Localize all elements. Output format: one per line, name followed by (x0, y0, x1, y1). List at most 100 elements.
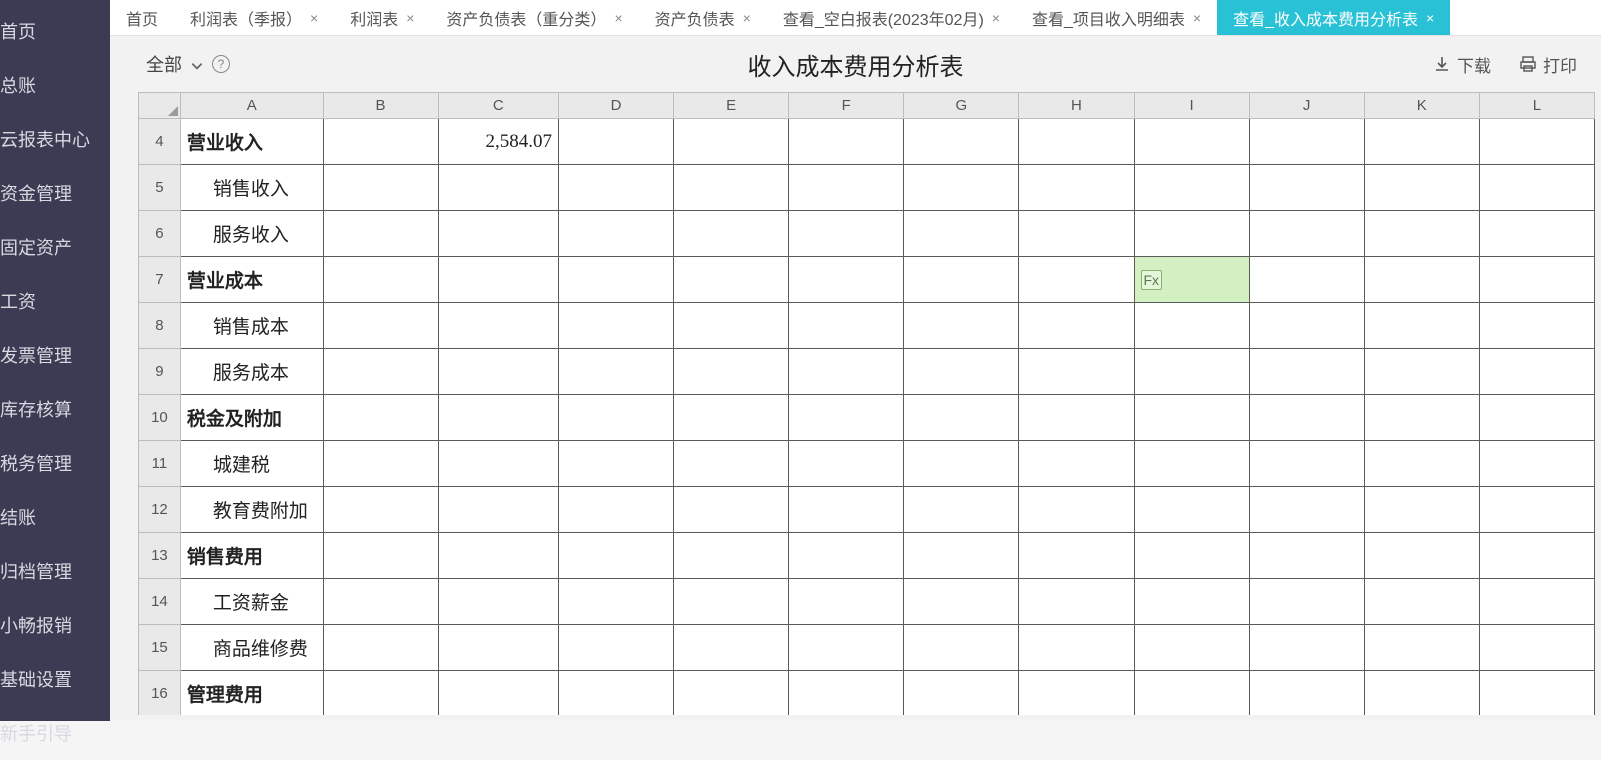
close-icon[interactable]: × (406, 10, 414, 26)
column-header-I[interactable]: I (1134, 93, 1249, 119)
cell-J12[interactable] (1249, 487, 1364, 533)
sidebar-item-9[interactable]: 结账 (0, 490, 110, 544)
column-header-H[interactable]: H (1019, 93, 1134, 119)
cell-F12[interactable] (789, 487, 904, 533)
cell-J7[interactable] (1249, 257, 1364, 303)
cell-H15[interactable] (1019, 625, 1134, 671)
cell-H16[interactable] (1019, 671, 1134, 716)
cell-C13[interactable] (438, 533, 558, 579)
tab-1[interactable]: 利润表（季报）× (174, 0, 334, 35)
cell-E9[interactable] (674, 349, 789, 395)
cell-F7[interactable] (789, 257, 904, 303)
cell-L7[interactable] (1479, 257, 1594, 303)
cell-I7[interactable]: Fx (1134, 257, 1249, 303)
row-header-5[interactable]: 5 (139, 165, 181, 211)
cell-A15[interactable]: 商品维修费 (180, 625, 323, 671)
cell-A4[interactable]: 营业收入 (180, 119, 323, 165)
cell-K11[interactable] (1364, 441, 1479, 487)
cell-C10[interactable] (438, 395, 558, 441)
cell-C4[interactable]: 2,584.07 (438, 119, 558, 165)
close-icon[interactable]: × (992, 10, 1000, 26)
row-header-10[interactable]: 10 (139, 395, 181, 441)
cell-K4[interactable] (1364, 119, 1479, 165)
cell-D12[interactable] (559, 487, 674, 533)
cell-A6[interactable]: 服务收入 (180, 211, 323, 257)
cell-F14[interactable] (789, 579, 904, 625)
cell-I9[interactable] (1134, 349, 1249, 395)
cell-G8[interactable] (904, 303, 1019, 349)
cell-I13[interactable] (1134, 533, 1249, 579)
cell-D4[interactable] (559, 119, 674, 165)
cell-C16[interactable] (438, 671, 558, 716)
sidebar-item-3[interactable]: 资金管理 (0, 166, 110, 220)
cell-F15[interactable] (789, 625, 904, 671)
cell-A11[interactable]: 城建税 (180, 441, 323, 487)
column-header-L[interactable]: L (1479, 93, 1594, 119)
row-header-4[interactable]: 4 (139, 119, 181, 165)
cell-H5[interactable] (1019, 165, 1134, 211)
cell-G15[interactable] (904, 625, 1019, 671)
cell-B13[interactable] (323, 533, 438, 579)
cell-G11[interactable] (904, 441, 1019, 487)
row-header-8[interactable]: 8 (139, 303, 181, 349)
cell-K8[interactable] (1364, 303, 1479, 349)
column-header-G[interactable]: G (904, 93, 1019, 119)
cell-C9[interactable] (438, 349, 558, 395)
cell-A12[interactable]: 教育费附加 (180, 487, 323, 533)
cell-H13[interactable] (1019, 533, 1134, 579)
row-header-11[interactable]: 11 (139, 441, 181, 487)
sidebar-item-5[interactable]: 工资 (0, 274, 110, 328)
cell-L15[interactable] (1479, 625, 1594, 671)
sidebar-item-8[interactable]: 税务管理 (0, 436, 110, 490)
row-header-9[interactable]: 9 (139, 349, 181, 395)
cell-K15[interactable] (1364, 625, 1479, 671)
cell-E15[interactable] (674, 625, 789, 671)
print-button[interactable]: 打印 (1519, 52, 1577, 77)
cell-H8[interactable] (1019, 303, 1134, 349)
column-header-A[interactable]: A (180, 93, 323, 119)
cell-G12[interactable] (904, 487, 1019, 533)
help-icon[interactable]: ? (212, 55, 230, 73)
cell-B14[interactable] (323, 579, 438, 625)
cell-C5[interactable] (438, 165, 558, 211)
sidebar-item-13[interactable]: 新手引导 (0, 706, 110, 760)
cell-G6[interactable] (904, 211, 1019, 257)
cell-B5[interactable] (323, 165, 438, 211)
cell-L5[interactable] (1479, 165, 1594, 211)
column-header-F[interactable]: F (789, 93, 904, 119)
row-header-6[interactable]: 6 (139, 211, 181, 257)
cell-K14[interactable] (1364, 579, 1479, 625)
cell-I8[interactable] (1134, 303, 1249, 349)
cell-L8[interactable] (1479, 303, 1594, 349)
close-icon[interactable]: × (310, 10, 318, 26)
cell-J4[interactable] (1249, 119, 1364, 165)
close-icon[interactable]: × (1426, 10, 1434, 26)
cell-B16[interactable] (323, 671, 438, 716)
cell-F16[interactable] (789, 671, 904, 716)
row-header-13[interactable]: 13 (139, 533, 181, 579)
cell-E5[interactable] (674, 165, 789, 211)
cell-L4[interactable] (1479, 119, 1594, 165)
cell-F11[interactable] (789, 441, 904, 487)
cell-D9[interactable] (559, 349, 674, 395)
cell-F8[interactable] (789, 303, 904, 349)
cell-A8[interactable]: 销售成本 (180, 303, 323, 349)
cell-L9[interactable] (1479, 349, 1594, 395)
cell-J5[interactable] (1249, 165, 1364, 211)
close-icon[interactable]: × (1193, 10, 1201, 26)
tab-3[interactable]: 资产负债表（重分类）× (430, 0, 638, 35)
cell-K7[interactable] (1364, 257, 1479, 303)
column-header-E[interactable]: E (674, 93, 789, 119)
sidebar-item-4[interactable]: 固定资产 (0, 220, 110, 274)
cell-D15[interactable] (559, 625, 674, 671)
cell-B7[interactable] (323, 257, 438, 303)
spreadsheet[interactable]: ABCDEFGHIJKL4营业收入2,584.075销售收入6服务收入7营业成本… (138, 92, 1595, 715)
close-icon[interactable]: × (614, 10, 622, 26)
cell-K12[interactable] (1364, 487, 1479, 533)
cell-D14[interactable] (559, 579, 674, 625)
cell-A14[interactable]: 工资薪金 (180, 579, 323, 625)
cell-F4[interactable] (789, 119, 904, 165)
cell-K10[interactable] (1364, 395, 1479, 441)
cell-J11[interactable] (1249, 441, 1364, 487)
cell-K9[interactable] (1364, 349, 1479, 395)
